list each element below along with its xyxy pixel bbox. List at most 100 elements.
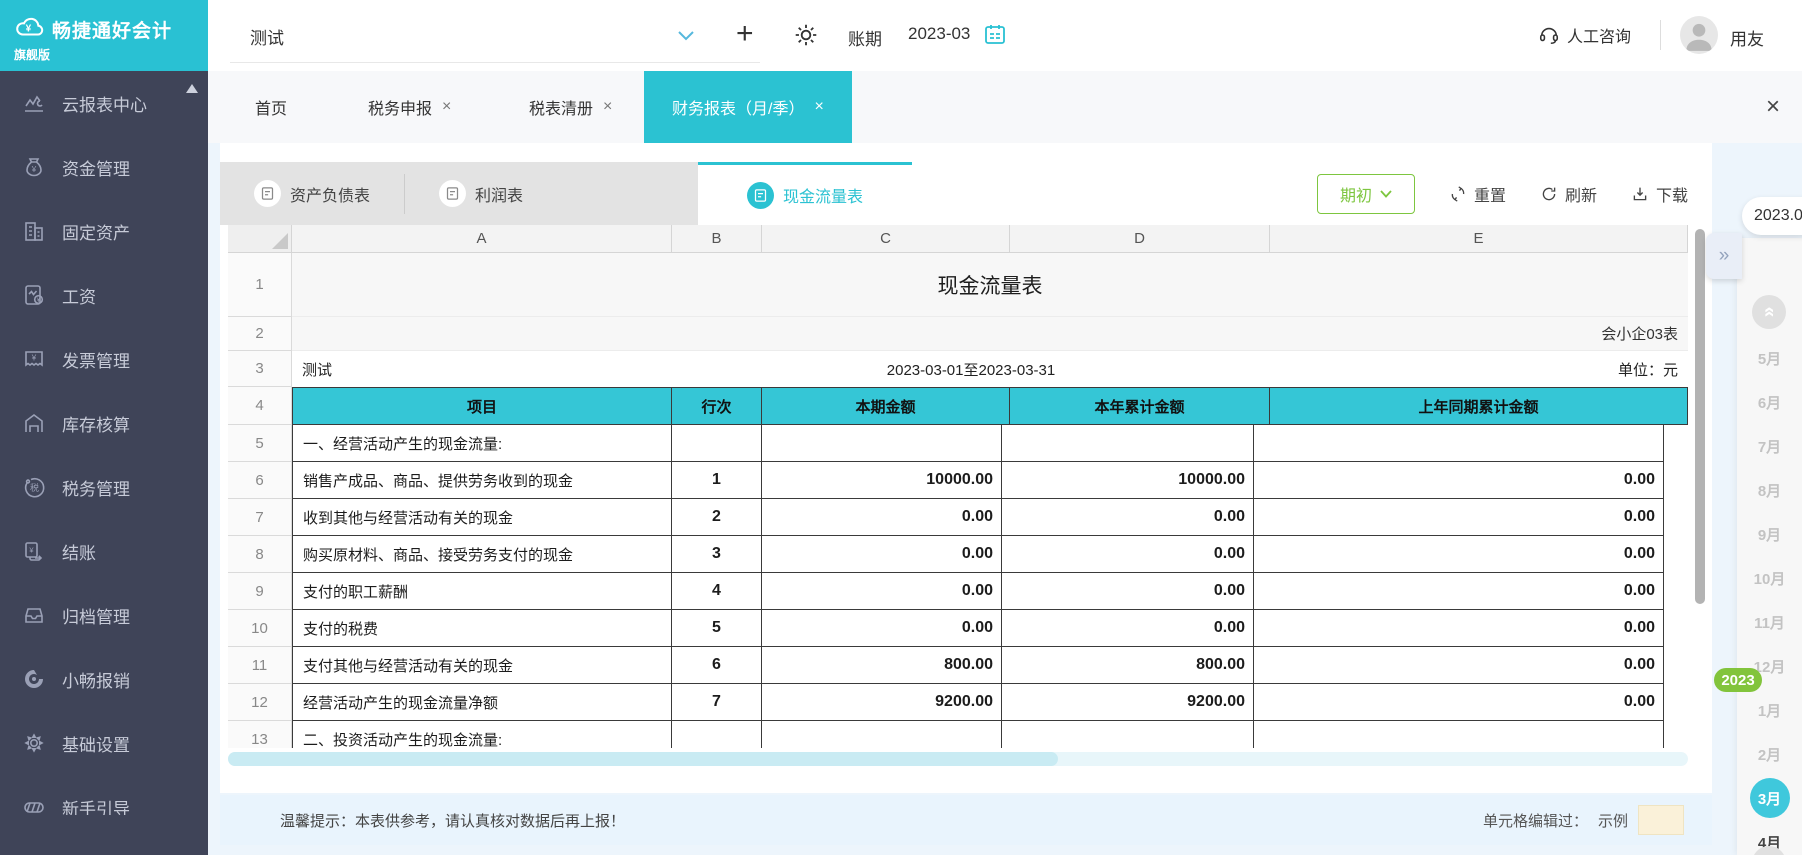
item-cell[interactable]: 经营活动产生的现金流量净额 xyxy=(293,684,672,721)
expand-rail-button[interactable]: » xyxy=(1706,233,1742,279)
row-number[interactable]: 11 xyxy=(228,647,292,684)
month-item[interactable]: 6月 xyxy=(1737,380,1802,424)
month-scroll-up-button[interactable]: » xyxy=(1752,295,1786,329)
row-number[interactable]: 5 xyxy=(228,425,292,462)
header-prior-amount[interactable]: 上年同期累计金额 xyxy=(1270,388,1688,425)
item-cell[interactable]: 支付的职工薪酬 xyxy=(293,573,672,610)
form-code-cell[interactable]: 会小企03表 xyxy=(292,317,1688,351)
header-current-amount[interactable]: 本期金额 xyxy=(762,388,1010,425)
row-number[interactable]: 4 xyxy=(228,387,292,425)
sheet-title-cell[interactable]: 现金流量表 xyxy=(292,253,1688,317)
month-item[interactable]: 5月 xyxy=(1737,336,1802,380)
current-amount-cell[interactable]: 9200.00 xyxy=(762,684,1002,721)
company-cell[interactable]: 测试 xyxy=(292,359,672,380)
item-cell[interactable]: 支付的税费 xyxy=(293,610,672,647)
sidebar-item[interactable]: 新手引导 xyxy=(0,775,208,815)
month-item[interactable]: 7月 xyxy=(1737,424,1802,468)
row-number[interactable]: 13 xyxy=(228,721,292,748)
row-number[interactable]: 2 xyxy=(228,317,292,351)
prior-amount-cell[interactable]: 0.00 xyxy=(1254,462,1664,499)
subtab-cash-flow-statement[interactable]: 现金流量表 xyxy=(698,162,912,225)
sheet-horizontal-scrollbar[interactable] xyxy=(228,752,1688,766)
current-amount-cell[interactable]: 0.00 xyxy=(762,536,1002,573)
month-item[interactable]: 9月 xyxy=(1737,512,1802,556)
subtab-balance-sheet[interactable]: 资产负债表 xyxy=(220,173,406,214)
add-account-button[interactable]: + xyxy=(736,17,754,51)
row-number[interactable]: 7 xyxy=(228,499,292,536)
sidebar-item[interactable]: 基础设置 xyxy=(0,711,208,775)
line-cell[interactable]: 3 xyxy=(672,536,762,573)
period-value[interactable]: 2023-03 xyxy=(908,24,970,44)
ytd-amount-cell[interactable]: 0.00 xyxy=(1002,573,1254,610)
ytd-amount-cell[interactable]: 0.00 xyxy=(1002,536,1254,573)
tab-financial-reports[interactable]: 财务报表（月/季） × xyxy=(644,71,852,143)
column-header[interactable]: D xyxy=(1010,225,1270,253)
close-tab-icon[interactable]: × xyxy=(442,98,451,116)
username[interactable]: 用友 xyxy=(1730,25,1764,50)
sidebar-item[interactable]: ¥ 资金管理 xyxy=(0,135,208,199)
tab-home[interactable]: 首页 xyxy=(255,71,287,143)
chevron-down-icon[interactable] xyxy=(678,28,694,46)
current-amount-cell[interactable]: 0.00 xyxy=(762,610,1002,647)
line-cell[interactable]: 1 xyxy=(672,462,762,499)
line-cell[interactable]: 7 xyxy=(672,684,762,721)
sidebar-item[interactable]: 云报表中心 xyxy=(0,71,208,135)
select-all-corner[interactable] xyxy=(228,225,292,253)
current-amount-cell[interactable]: 0.00 xyxy=(762,499,1002,536)
close-icon[interactable]: × xyxy=(1766,93,1780,121)
current-amount-cell[interactable]: 10000.00 xyxy=(762,462,1002,499)
column-header[interactable]: E xyxy=(1270,225,1688,253)
prior-amount-cell[interactable] xyxy=(1254,425,1664,462)
row-number[interactable]: 8 xyxy=(228,536,292,573)
line-cell[interactable]: 4 xyxy=(672,573,762,610)
row-number[interactable]: 3 xyxy=(228,351,292,387)
header-line[interactable]: 行次 xyxy=(672,388,762,425)
live-support-button[interactable]: 人工咨询 xyxy=(1538,23,1631,47)
ytd-amount-cell[interactable]: 800.00 xyxy=(1002,647,1254,684)
prior-amount-cell[interactable]: 0.00 xyxy=(1254,536,1664,573)
month-item[interactable]: 3月 xyxy=(1737,776,1802,820)
tab-tax-register[interactable]: 税表清册 × xyxy=(529,71,612,143)
reset-button[interactable]: 重置 xyxy=(1449,182,1506,206)
month-item[interactable]: 11月 xyxy=(1737,600,1802,644)
close-tab-icon[interactable]: × xyxy=(814,98,823,116)
column-header[interactable]: B xyxy=(672,225,762,253)
year-chip[interactable]: 2023.0 xyxy=(1742,197,1802,235)
month-item[interactable]: 2月 xyxy=(1737,732,1802,776)
sheet-vertical-scrollbar[interactable] xyxy=(1694,225,1706,745)
row-number[interactable]: 9 xyxy=(228,573,292,610)
download-button[interactable]: 下载 xyxy=(1631,182,1688,206)
row-number[interactable]: 12 xyxy=(228,684,292,721)
prior-amount-cell[interactable]: 0.00 xyxy=(1254,499,1664,536)
item-cell[interactable]: 销售产成品、商品、提供劳务收到的现金 xyxy=(293,462,672,499)
line-cell[interactable] xyxy=(672,425,762,462)
refresh-button[interactable]: 刷新 xyxy=(1540,182,1597,206)
current-amount-cell[interactable]: 800.00 xyxy=(762,647,1002,684)
header-item[interactable]: 项目 xyxy=(293,388,672,425)
tab-tax-filing[interactable]: 税务申报 × xyxy=(368,71,451,143)
item-cell[interactable]: 一、经营活动产生的现金流量: xyxy=(293,425,672,462)
line-cell[interactable]: 6 xyxy=(672,647,762,684)
item-cell[interactable]: 购买原材料、商品、接受劳务支付的现金 xyxy=(293,536,672,573)
ytd-amount-cell[interactable]: 0.00 xyxy=(1002,610,1254,647)
company-selector[interactable]: 测试 xyxy=(250,24,284,49)
sidebar-item[interactable]: 固定资产 xyxy=(0,199,208,263)
calendar-icon[interactable] xyxy=(983,22,1007,46)
subtab-income-statement[interactable]: 利润表 xyxy=(405,174,557,214)
ytd-amount-cell[interactable]: 10000.00 xyxy=(1002,462,1254,499)
ytd-amount-cell[interactable]: 9200.00 xyxy=(1002,684,1254,721)
sidebar-item[interactable]: ¥ 发票管理 xyxy=(0,327,208,391)
month-item[interactable]: 8月 xyxy=(1737,468,1802,512)
period-cell[interactable]: 2023-03-01至2023-03-31 xyxy=(672,359,1270,380)
column-header[interactable]: A xyxy=(292,225,672,253)
line-cell[interactable]: 2 xyxy=(672,499,762,536)
line-cell[interactable] xyxy=(672,721,762,748)
row-number[interactable]: 1 xyxy=(228,253,292,317)
column-header[interactable]: C xyxy=(762,225,1010,253)
item-cell[interactable]: 二、投资活动产生的现金流量: xyxy=(293,721,672,748)
ytd-amount-cell[interactable] xyxy=(1002,721,1254,748)
prior-amount-cell[interactable]: 0.00 xyxy=(1254,647,1664,684)
row-number[interactable]: 6 xyxy=(228,462,292,499)
item-cell[interactable]: 支付其他与经营活动有关的现金 xyxy=(293,647,672,684)
sidebar-item[interactable]: ¥ 结账 xyxy=(0,519,208,583)
